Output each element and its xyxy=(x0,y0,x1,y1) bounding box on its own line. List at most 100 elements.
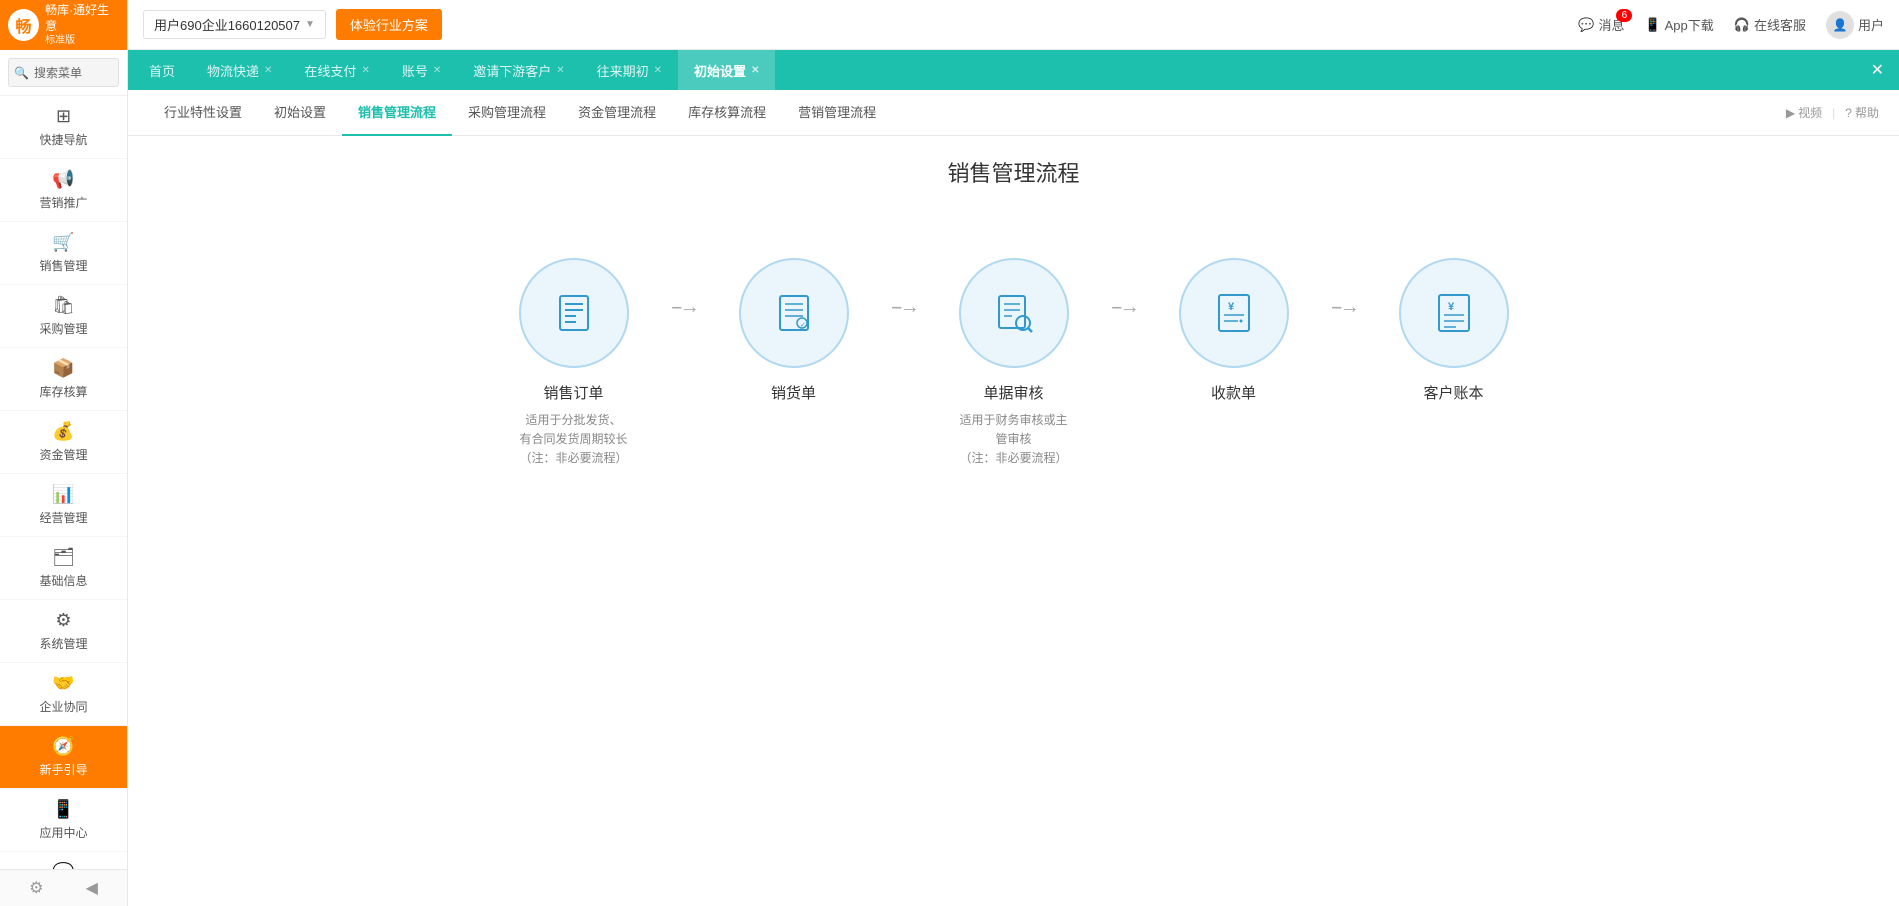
flow-step-label: 销售订单 xyxy=(543,382,603,403)
sub-tabs-right: ▶ 视频 | ? 帮助 xyxy=(1786,104,1879,121)
video-link[interactable]: ▶ 视频 xyxy=(1786,104,1822,121)
phone-icon: 📱 xyxy=(1644,17,1660,33)
sidebar-item-ops-mgmt[interactable]: 📊 经营管理 xyxy=(0,474,127,537)
flow-circle-receipt[interactable]: ¥ xyxy=(1179,258,1289,368)
sidebar-item-sales-mgmt[interactable]: 🛒 销售管理 xyxy=(0,222,127,285)
sidebar-item-label: 应用中心 xyxy=(39,824,87,841)
enterprise-collab-icon: 🤝 xyxy=(52,673,74,694)
message-button[interactable]: 💬 消息 6 xyxy=(1578,15,1624,34)
page-content: 销售管理流程 销售订单 适用于分批发货、有合同发货周期较长（注：非必要流程） -… xyxy=(128,136,1899,906)
flow-arrow-1: - - → xyxy=(879,296,929,319)
search-menu-button[interactable]: 🔍 搜索菜单 xyxy=(8,58,119,87)
sidebar-item-marketing-promo[interactable]: 📢 营销推广 xyxy=(0,159,127,222)
nav-tab-home[interactable]: 首页 xyxy=(133,50,191,90)
flow-step-sales-order: 销售订单 适用于分批发货、有合同发货周期较长（注：非必要流程） xyxy=(489,258,659,469)
trial-button[interactable]: 体验行业方案 xyxy=(336,9,442,40)
message-badge: 6 xyxy=(1616,9,1632,22)
nav-tab-close-icon[interactable]: ✕ xyxy=(751,65,759,76)
search-icon: 🔍 xyxy=(14,66,29,80)
sub-tab-industry-settings[interactable]: 行业特性设置 xyxy=(148,90,258,136)
video-icon: ▶ xyxy=(1786,106,1795,120)
nav-tab-label: 往来期初 xyxy=(597,61,649,80)
page-title: 销售管理流程 xyxy=(148,156,1879,188)
sidebar-item-label: 营销推广 xyxy=(39,194,87,211)
nav-close-button[interactable]: ✕ xyxy=(1861,60,1894,80)
flow-step-customer-ledger: ¥ 客户账本 xyxy=(1369,258,1539,403)
nav-tab-invite-customer[interactable]: 邀请下游客户✕ xyxy=(457,50,580,90)
inventory-icon: 📦 xyxy=(52,358,74,379)
basic-info-icon: 🗂 xyxy=(52,547,75,568)
nav-tab-close-icon[interactable]: ✕ xyxy=(264,65,272,76)
topbar-actions: 💬 消息 6 📱 App下载 🎧 在线客服 👤 用户 xyxy=(1578,11,1884,39)
sub-tab-finance-flow[interactable]: 资金管理流程 xyxy=(562,90,672,136)
flow-arrow-0: - - → xyxy=(659,296,709,319)
flow-circle-sales-order[interactable] xyxy=(519,258,629,368)
help-icon: ? xyxy=(1845,106,1852,120)
sidebar-item-app-center[interactable]: 📱 应用中心 xyxy=(0,789,127,852)
sub-tab-initial-setup[interactable]: 初始设置 xyxy=(258,90,342,136)
marketing-promo-icon: 📢 xyxy=(52,169,74,190)
nav-tab-logistics[interactable]: 物流快递✕ xyxy=(191,50,288,90)
flow-circle-sales-invoice[interactable]: ✓ xyxy=(739,258,849,368)
sidebar-item-enterprise-wechat[interactable]: 💬 企业微信 xyxy=(0,852,127,869)
sidebar: 畅 畅库·通好生意 标准版 🔍 搜索菜单 ⊞ 快捷导航 📢 营销推广 🛒 销售管… xyxy=(0,0,128,906)
nav-tab-close-icon[interactable]: ✕ xyxy=(361,65,369,76)
flow-step-sales-invoice: ✓ 销货单 xyxy=(709,258,879,403)
user-selector[interactable]: 用户690企业1660120507 ▼ xyxy=(143,10,326,39)
help-link[interactable]: ? 帮助 xyxy=(1845,104,1879,121)
sidebar-item-sys-mgmt[interactable]: ⚙ 系统管理 xyxy=(0,600,127,663)
nav-tab-initial-setup[interactable]: 初始设置 ✕ xyxy=(678,50,775,90)
sub-tab-inventory-flow[interactable]: 库存核算流程 xyxy=(672,90,782,136)
ops-mgmt-icon: 📊 xyxy=(52,484,74,505)
flow-step-label: 收款单 xyxy=(1211,382,1256,403)
sales-mgmt-icon: 🛒 xyxy=(52,232,74,253)
dropdown-arrow-icon: ▼ xyxy=(305,19,315,30)
flow-circle-doc-review[interactable] xyxy=(959,258,1069,368)
sidebar-item-label: 系统管理 xyxy=(39,635,87,652)
sidebar-item-label: 资金管理 xyxy=(39,446,87,463)
sidebar-bottom: ⚙ ◀ xyxy=(0,869,127,906)
nav-tab-period-opening[interactable]: 往来期初 ✕ xyxy=(581,50,678,90)
flow-step-doc-review: 单据审核 适用于财务审核或主管审核（注：非必要流程） xyxy=(929,258,1099,469)
app-download-button[interactable]: 📱 App下载 xyxy=(1644,15,1713,34)
flow-chart: 销售订单 适用于分批发货、有合同发货周期较长（注：非必要流程） - - → ✓ … xyxy=(148,238,1879,489)
quick-nav-icon: ⊞ xyxy=(56,106,71,127)
collapse-icon[interactable]: ◀ xyxy=(86,878,98,898)
sidebar-item-purchase-mgmt[interactable]: 🛍 采购管理 xyxy=(0,285,127,348)
enterprise-wechat-icon: 💬 xyxy=(52,862,74,869)
new-guide-icon: 🧭 xyxy=(52,736,74,757)
sub-tab-purchase-flow[interactable]: 采购管理流程 xyxy=(452,90,562,136)
flow-step-desc: 适用于财务审核或主管审核（注：非必要流程） xyxy=(959,411,1067,469)
nav-tab-close-icon[interactable]: ✕ xyxy=(433,65,441,76)
flow-step-receipt: ¥ 收款单 xyxy=(1149,258,1319,403)
nav-tab-label: 初始设置 xyxy=(694,61,746,80)
user-avatar-button[interactable]: 👤 用户 xyxy=(1826,11,1884,39)
sys-mgmt-icon: ⚙ xyxy=(55,610,71,631)
nav-tab-payment[interactable]: 在线支付 ✕ xyxy=(288,50,385,90)
sidebar-item-basic-info[interactable]: 🗂 基础信息 xyxy=(0,537,127,600)
sidebar-item-quick-nav[interactable]: ⊞ 快捷导航 xyxy=(0,96,127,159)
sub-tab-marketing-flow[interactable]: 营销管理流程 xyxy=(782,90,892,136)
sidebar-item-new-guide[interactable]: 🧭 新手引导 xyxy=(0,726,127,789)
nav-tab-label: 在线支付 xyxy=(304,61,356,80)
app-center-icon: 📱 xyxy=(52,799,74,820)
sidebar-item-finance-mgmt[interactable]: 💰 资金管理 xyxy=(0,411,127,474)
logo-icon: 畅 xyxy=(8,9,39,41)
svg-text:✓: ✓ xyxy=(800,322,806,329)
nav-tab-label: 首页 xyxy=(149,61,175,80)
online-service-button[interactable]: 🎧 在线客服 xyxy=(1734,15,1806,34)
nav-tab-close-icon[interactable]: ✕ xyxy=(556,65,564,76)
sub-tab-sales-flow[interactable]: 销售管理流程 xyxy=(342,90,452,136)
nav-tab-label: 账号 xyxy=(402,61,428,80)
sidebar-search-area: 🔍 搜索菜单 xyxy=(0,50,127,96)
sidebar-item-label: 基础信息 xyxy=(39,572,87,589)
sidebar-item-enterprise-collab[interactable]: 🤝 企业协同 xyxy=(0,663,127,726)
settings-icon[interactable]: ⚙ xyxy=(29,878,43,898)
flow-circle-customer-ledger[interactable]: ¥ xyxy=(1399,258,1509,368)
sidebar-item-inventory[interactable]: 📦 库存核算 xyxy=(0,348,127,411)
sidebar-nav: ⊞ 快捷导航 📢 营销推广 🛒 销售管理 🛍 采购管理 📦 库存核算 💰 资金管… xyxy=(0,96,127,869)
sub-tabs: 行业特性设置初始设置销售管理流程采购管理流程资金管理流程库存核算流程营销管理流程… xyxy=(128,90,1899,136)
nav-tab-close-icon[interactable]: ✕ xyxy=(654,65,662,76)
nav-tab-account[interactable]: 账号 ✕ xyxy=(386,50,457,90)
flow-arrow-2: - - → xyxy=(1099,296,1149,319)
